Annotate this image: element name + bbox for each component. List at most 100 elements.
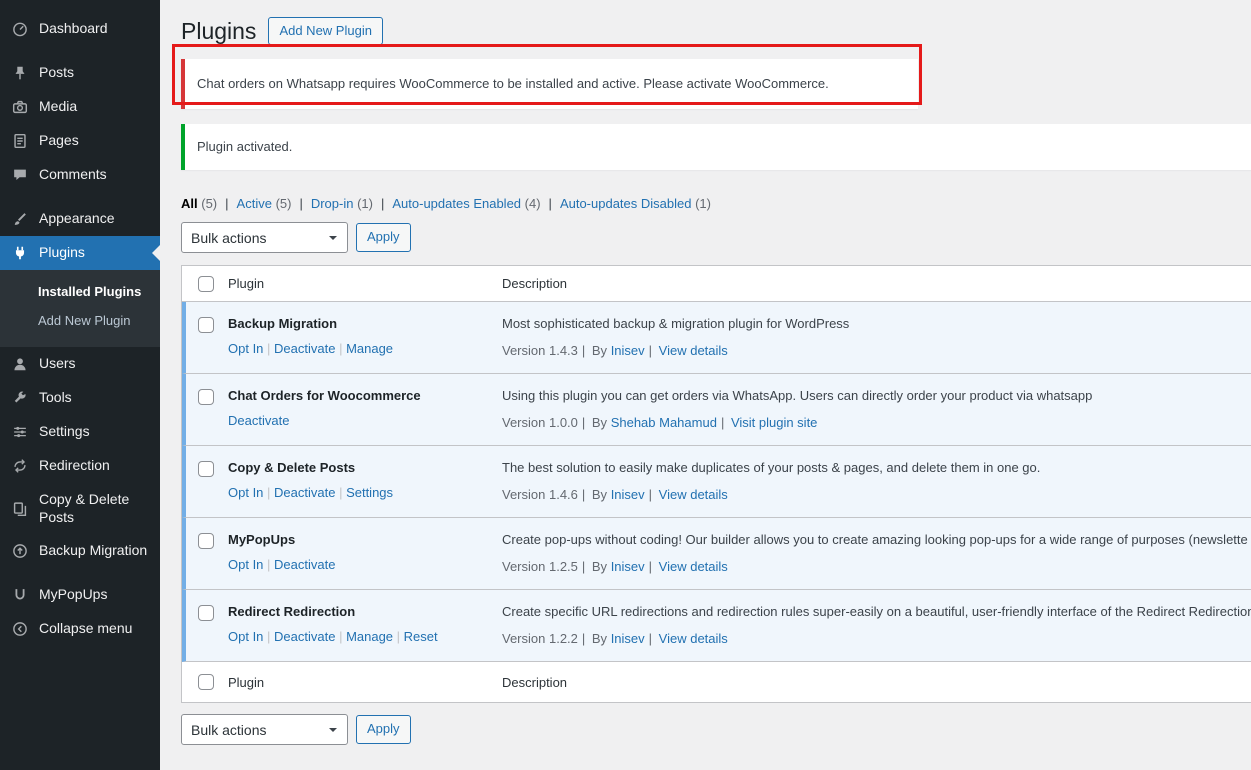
backup-migration-icon xyxy=(10,542,30,560)
action-deactivate[interactable]: Deactivate xyxy=(274,629,346,644)
plugin-byline: By Inisev xyxy=(578,559,645,574)
plugin-version: Version 1.2.2 xyxy=(502,630,578,646)
plugin-description: The best solution to easily make duplica… xyxy=(502,460,1041,476)
posts-icon xyxy=(10,64,30,82)
pages-icon xyxy=(10,132,30,150)
apply-button[interactable]: Apply xyxy=(356,223,411,253)
row-checkbox[interactable] xyxy=(198,389,214,406)
row-checkbox[interactable] xyxy=(198,461,214,478)
author-link[interactable]: Inisev xyxy=(611,559,645,574)
plugin-byline: By Inisev xyxy=(578,343,645,358)
action-manage[interactable]: Manage xyxy=(346,629,404,644)
row-checkbox[interactable] xyxy=(198,317,214,334)
sidebar-item-label: Backup Migration xyxy=(39,542,148,559)
view-details-link[interactable]: View details xyxy=(645,559,728,574)
plugin-version: Version 1.0.0 xyxy=(502,414,578,430)
sidebar-item-installed-plugins[interactable]: Installed Plugins xyxy=(0,277,160,306)
sidebar-item-settings[interactable]: Settings xyxy=(0,415,160,449)
apply-button-bottom[interactable]: Apply xyxy=(356,715,411,745)
wordpress-admin-screen: Dashboard Posts Media Pages Comments App… xyxy=(0,0,1251,770)
action-opt-in[interactable]: Opt In xyxy=(228,557,274,572)
action-deactivate[interactable]: Deactivate xyxy=(274,341,346,356)
plugin-byline: By Inisev xyxy=(578,487,645,502)
view-details-link[interactable]: View details xyxy=(645,631,728,646)
bulk-actions-select-wrap: Bulk actions xyxy=(181,222,348,254)
plugin-description: Create pop-ups without coding! Our build… xyxy=(502,532,1248,548)
sidebar-item-dashboard[interactable]: Dashboard xyxy=(0,12,160,46)
sidebar-item-plugins[interactable]: Plugins xyxy=(0,236,160,270)
action-deactivate[interactable]: Deactivate xyxy=(228,413,289,428)
sidebar-item-mypopups[interactable]: MyPopUps xyxy=(0,578,160,612)
action-settings[interactable]: Settings xyxy=(346,485,393,500)
action-deactivate[interactable]: Deactivate xyxy=(274,485,346,500)
table-row: Backup Migration Opt InDeactivateManage … xyxy=(182,302,1251,375)
tablenav-top: Bulk actions Apply xyxy=(181,222,1251,254)
redirection-icon xyxy=(10,457,30,475)
author-link[interactable]: Shehab Mahamud xyxy=(611,415,717,430)
dashboard-icon xyxy=(10,20,30,38)
sidebar-item-tools[interactable]: Tools xyxy=(0,381,160,415)
sidebar-item-users[interactable]: Users xyxy=(0,347,160,381)
view-details-link[interactable]: View details xyxy=(645,487,728,502)
action-deactivate[interactable]: Deactivate xyxy=(274,557,335,572)
plugin-byline: By Inisev xyxy=(578,631,645,646)
sidebar-item-comments[interactable]: Comments xyxy=(0,158,160,192)
action-opt-in[interactable]: Opt In xyxy=(228,629,274,644)
plugin-version: Version 1.2.5 xyxy=(502,558,578,574)
filter-active[interactable]: Active (5) xyxy=(237,196,311,211)
action-opt-in[interactable]: Opt In xyxy=(228,341,274,356)
action-opt-in[interactable]: Opt In xyxy=(228,485,274,500)
success-notice-text: Plugin activated. xyxy=(197,139,293,155)
sidebar-item-add-new-plugin[interactable]: Add New Plugin xyxy=(0,306,160,335)
filter-all[interactable]: All (5) xyxy=(181,196,237,211)
filter-auto-updates-enabled[interactable]: Auto-updates Enabled (4) xyxy=(392,196,560,211)
sidebar-item-appearance[interactable]: Appearance xyxy=(0,202,160,236)
filter-auto-updates-disabled[interactable]: Auto-updates Disabled (1) xyxy=(560,196,711,211)
plugin-status-filters: All (5) Active (5) Drop-in (1) Auto-upda… xyxy=(181,196,1251,211)
sidebar-item-backup-migration[interactable]: Backup Migration xyxy=(0,534,160,568)
sidebar-item-posts[interactable]: Posts xyxy=(0,56,160,90)
sidebar-item-copy-delete-posts[interactable]: Copy & Delete Posts xyxy=(0,483,160,534)
plugin-version: Version 1.4.6 xyxy=(502,486,578,502)
table-header-row: Plugin Description xyxy=(182,266,1251,303)
plugin-description: Most sophisticated backup & migration pl… xyxy=(502,316,850,332)
appearance-icon xyxy=(10,210,30,228)
author-link[interactable]: Inisev xyxy=(611,487,645,502)
add-new-plugin-button[interactable]: Add New Plugin xyxy=(268,16,383,46)
select-all-checkbox[interactable] xyxy=(198,275,214,292)
sidebar-item-media[interactable]: Media xyxy=(0,90,160,124)
table-row: Redirect Redirection Opt InDeactivateMan… xyxy=(182,590,1251,663)
filter-drop-in[interactable]: Drop-in (1) xyxy=(311,196,393,211)
plugin-description: Using this plugin you can get orders via… xyxy=(502,388,1093,404)
sidebar-item-label: Plugins xyxy=(39,244,85,261)
sidebar-item-label: Settings xyxy=(39,423,90,440)
select-all-checkbox-bottom[interactable] xyxy=(198,674,214,691)
sidebar-item-label: Pages xyxy=(39,132,79,149)
author-link[interactable]: Inisev xyxy=(611,343,645,358)
woocommerce-warning-notice: Chat orders on Whatsapp requires WooComm… xyxy=(181,59,918,110)
plugin-version: Version 1.4.3 xyxy=(502,342,578,358)
sidebar-item-label: Tools xyxy=(39,389,72,406)
action-manage[interactable]: Manage xyxy=(346,341,393,356)
author-link[interactable]: Inisev xyxy=(611,631,645,646)
sidebar-item-pages[interactable]: Pages xyxy=(0,124,160,158)
sidebar-item-label: Redirection xyxy=(39,457,110,474)
column-footer-plugin: Plugin xyxy=(228,674,265,690)
plugin-name: Copy & Delete Posts xyxy=(228,460,356,476)
collapse-menu-icon xyxy=(10,620,30,638)
view-details-link[interactable]: View details xyxy=(645,343,728,358)
action-reset[interactable]: Reset xyxy=(404,629,438,644)
admin-sidebar: Dashboard Posts Media Pages Comments App… xyxy=(0,0,160,770)
sidebar-item-collapse-menu[interactable]: Collapse menu xyxy=(0,612,160,646)
bulk-actions-select-bottom[interactable]: Bulk actions xyxy=(181,714,348,746)
visit-plugin-site-link[interactable]: Visit plugin site xyxy=(717,415,817,430)
bulk-actions-select[interactable]: Bulk actions xyxy=(181,222,348,254)
users-icon xyxy=(10,355,30,373)
plugin-byline: By Shehab Mahamud xyxy=(578,415,717,430)
column-header-plugin: Plugin xyxy=(228,276,265,292)
sidebar-item-redirection[interactable]: Redirection xyxy=(0,449,160,483)
sidebar-item-label: Appearance xyxy=(39,210,115,227)
row-checkbox[interactable] xyxy=(198,605,214,622)
table-row: MyPopUps Opt InDeactivate Create pop-ups… xyxy=(182,518,1251,591)
row-checkbox[interactable] xyxy=(198,533,214,550)
